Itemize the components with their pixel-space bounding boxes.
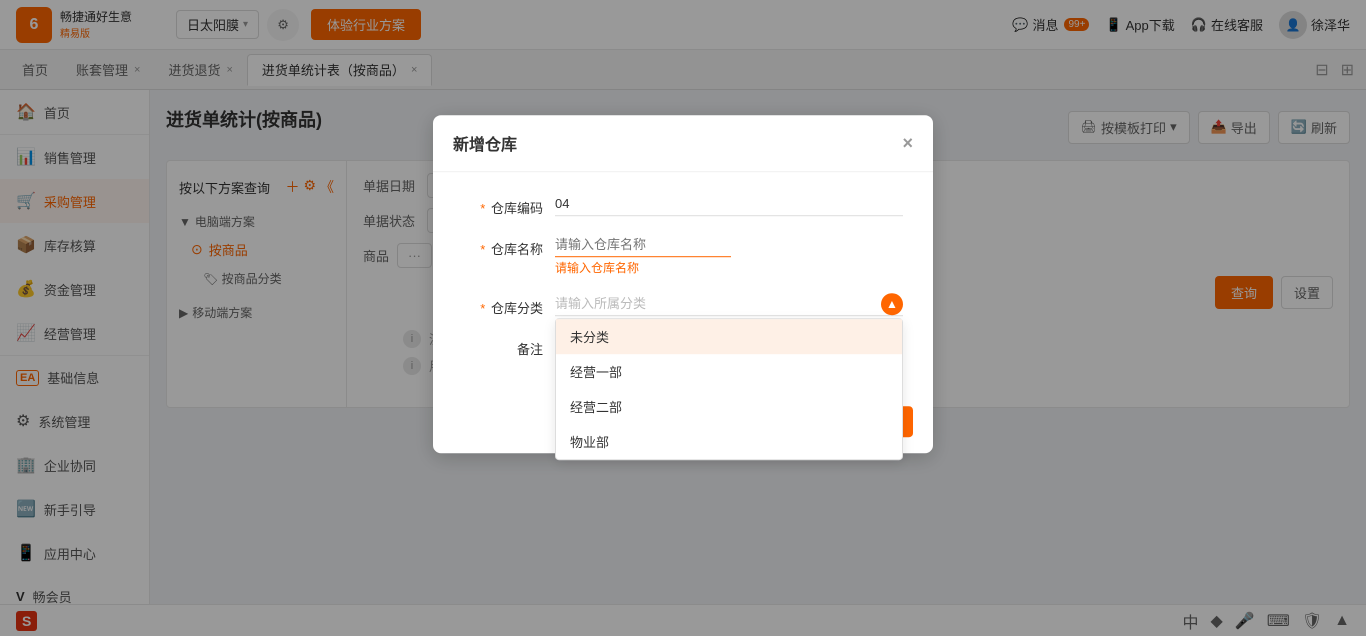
name-row: * 仓库名称 请输入仓库名称 xyxy=(463,233,903,276)
name-input[interactable] xyxy=(555,233,731,257)
modal-title: 新增仓库 xyxy=(453,131,517,155)
category-input[interactable] xyxy=(555,292,903,316)
category-row: * 仓库分类 ▲ 未分类 经营一部 经营二部 xyxy=(463,292,903,317)
modal-body: * 仓库编码 * 仓库名称 请输入仓库名称 * 仓库分类 ▲ xyxy=(433,172,933,394)
code-required-mark: * xyxy=(480,201,485,216)
code-input[interactable] xyxy=(555,192,903,216)
code-label: * 仓库编码 xyxy=(463,192,543,217)
category-input-wrapper: ▲ 未分类 经营一部 经营二部 物业部 xyxy=(555,292,903,316)
modal-close-button[interactable]: × xyxy=(902,133,913,154)
name-error-message: 请输入仓库名称 xyxy=(555,259,903,276)
modal-header: 新增仓库 × xyxy=(433,115,933,172)
dept1-label: 经营一部 xyxy=(570,365,622,380)
category-required-mark: * xyxy=(480,301,485,316)
dropdown-item-dept2[interactable]: 经营二部 xyxy=(556,389,902,424)
dropdown-item-dept3[interactable]: 物业部 xyxy=(556,424,902,459)
dept2-label: 经营二部 xyxy=(570,400,622,415)
name-required-mark: * xyxy=(480,242,485,257)
dropdown-item-uncategorized[interactable]: 未分类 xyxy=(556,319,902,354)
dept3-label: 物业部 xyxy=(570,435,609,450)
dropdown-item-dept1[interactable]: 经营一部 xyxy=(556,354,902,389)
category-toggle-button[interactable]: ▲ xyxy=(881,293,903,315)
uncategorized-label: 未分类 xyxy=(570,330,609,345)
add-warehouse-modal: 新增仓库 × * 仓库编码 * 仓库名称 请输入仓库名称 * xyxy=(433,115,933,453)
remark-label: 备注 xyxy=(463,333,543,358)
category-dropdown: 未分类 经营一部 经营二部 物业部 xyxy=(555,318,903,460)
code-row: * 仓库编码 xyxy=(463,192,903,217)
name-label: * 仓库名称 xyxy=(463,233,543,258)
category-label: * 仓库分类 xyxy=(463,292,543,317)
name-input-container: 请输入仓库名称 xyxy=(555,233,903,276)
